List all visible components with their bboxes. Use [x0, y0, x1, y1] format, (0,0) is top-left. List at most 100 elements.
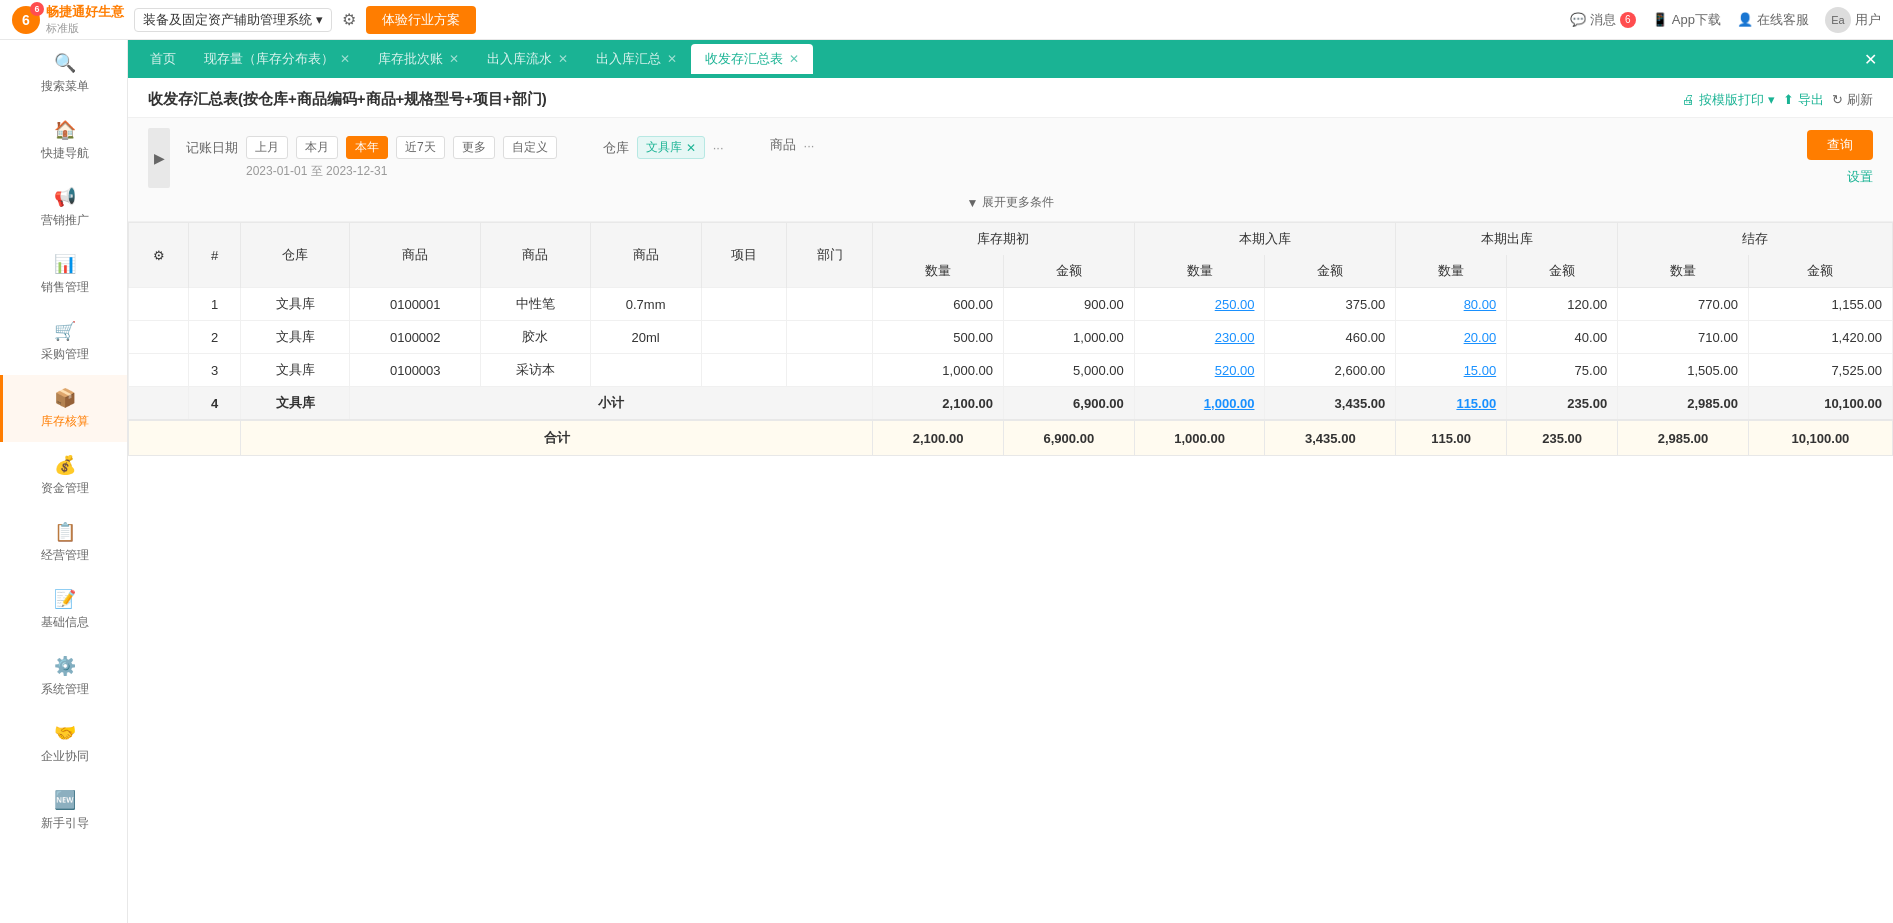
row-out-qty[interactable]: 20.00 — [1396, 321, 1507, 354]
row-end-amt: 7,525.00 — [1748, 354, 1892, 387]
th-group-end: 结存 — [1618, 223, 1893, 256]
row-in-qty[interactable]: 520.00 — [1134, 354, 1265, 387]
sidebar-item-enterprise[interactable]: 🤝 企业协同 — [0, 710, 127, 777]
subtotal-out-qty[interactable]: 115.00 — [1396, 387, 1507, 421]
table-group-header: ⚙ # 仓库 商品 商品 商品 项目 部门 库存期初 本期入库 本期出库 结存 — [129, 223, 1893, 256]
tab-close-icon[interactable]: ✕ — [340, 52, 350, 66]
row-name: 胶水 — [481, 321, 591, 354]
warehouse-more-dots[interactable]: ··· — [713, 140, 724, 155]
tab-flow[interactable]: 出入库流水 ✕ — [473, 44, 582, 74]
tab-close-icon[interactable]: ✕ — [667, 52, 677, 66]
row-warehouse: 文具库 — [240, 288, 350, 321]
row-end-amt: 1,420.00 — [1748, 321, 1892, 354]
tab-summary[interactable]: 出入库汇总 ✕ — [582, 44, 691, 74]
th-num: # — [189, 223, 241, 288]
tab-batch[interactable]: 库存批次账 ✕ — [364, 44, 473, 74]
row-in-qty[interactable]: 250.00 — [1134, 288, 1265, 321]
warehouse-tag-close[interactable]: ✕ — [686, 141, 696, 155]
download-icon: 📱 — [1652, 12, 1668, 27]
table-subtotal-row: 4 文具库 小计 2,100.00 6,900.00 1,000.00 3,43… — [129, 387, 1893, 421]
online-service-item[interactable]: 👤 在线客服 — [1737, 11, 1809, 29]
sidebar-item-purchase[interactable]: 🛒 采购管理 — [0, 308, 127, 375]
home-icon: 🏠 — [54, 119, 76, 141]
sidebar-item-guide[interactable]: 🆕 新手引导 — [0, 777, 127, 844]
sidebar-item-marketing[interactable]: 📢 营销推广 — [0, 174, 127, 241]
expand-conditions-btn[interactable]: ▼ 展开更多条件 — [967, 194, 1055, 211]
sidebar-item-sales[interactable]: 📊 销售管理 — [0, 241, 127, 308]
row-code: 0100001 — [350, 288, 481, 321]
row-in-qty[interactable]: 230.00 — [1134, 321, 1265, 354]
sidebar-item-inventory[interactable]: 📦 库存核算 — [0, 375, 127, 442]
th-dept: 部门 — [787, 223, 873, 288]
chevron-down-icon: ▾ — [1768, 92, 1775, 107]
tab-bar: 首页 现存量（库存分布表） ✕ 库存批次账 ✕ 出入库流水 ✕ 出入库汇总 ✕ … — [128, 40, 1893, 78]
row-init-amt: 900.00 — [1003, 288, 1134, 321]
date-btn-this-year[interactable]: 本年 — [346, 136, 388, 159]
refresh-button[interactable]: ↻ 刷新 — [1832, 91, 1873, 109]
tab-inventory-dist[interactable]: 现存量（库存分布表） ✕ — [190, 44, 364, 74]
date-btn-last-month[interactable]: 上月 — [246, 136, 288, 159]
row-out-qty[interactable]: 80.00 — [1396, 288, 1507, 321]
row-name: 中性笔 — [481, 288, 591, 321]
query-button[interactable]: 查询 — [1807, 130, 1873, 160]
settings-link[interactable]: 设置 — [1847, 168, 1873, 186]
sidebar-item-operation[interactable]: 📋 经营管理 — [0, 509, 127, 576]
sidebar-item-base-info[interactable]: 📝 基础信息 — [0, 576, 127, 643]
th-settings[interactable]: ⚙ — [129, 223, 189, 288]
filter-main-row: ▶ 记账日期 上月 本月 本年 近7天 更多 — [148, 128, 1873, 188]
total-in-amt: 3,435.00 — [1265, 420, 1396, 456]
subtotal-in-qty[interactable]: 1,000.00 — [1134, 387, 1265, 421]
system-select[interactable]: 装备及固定资产辅助管理系统 ▾ — [134, 8, 332, 32]
date-btn-7days[interactable]: 近7天 — [396, 136, 445, 159]
subtotal-end-qty: 2,985.00 — [1618, 387, 1749, 421]
date-btn-this-month[interactable]: 本月 — [296, 136, 338, 159]
row-dept — [787, 321, 873, 354]
row-warehouse: 文具库 — [240, 354, 350, 387]
filter-collapse-btn[interactable]: ▶ — [148, 128, 170, 188]
export-button[interactable]: ⬆ 导出 — [1783, 91, 1824, 109]
tab-close-icon[interactable]: ✕ — [558, 52, 568, 66]
sidebar-item-quick-nav[interactable]: 🏠 快捷导航 — [0, 107, 127, 174]
settings-gear-icon[interactable]: ⚙ — [342, 10, 356, 29]
print-button[interactable]: 🖨 按模版打印 ▾ — [1682, 91, 1775, 109]
sidebar-item-system[interactable]: ⚙️ 系统管理 — [0, 643, 127, 710]
row-code: 0100002 — [350, 321, 481, 354]
table-container: ⚙ # 仓库 商品 商品 商品 项目 部门 库存期初 本期入库 本期出库 结存 — [128, 222, 1893, 923]
printer-icon: 🖨 — [1682, 92, 1695, 107]
note-icon: 📝 — [54, 588, 76, 610]
date-btn-custom[interactable]: 自定义 — [503, 136, 557, 159]
logo-icon: 6 6 — [12, 6, 40, 34]
main-layout: 🔍 搜索菜单 🏠 快捷导航 📢 营销推广 📊 销售管理 🛒 采购管理 📦 库存核… — [0, 40, 1893, 923]
refresh-icon: ↻ — [1832, 92, 1843, 107]
table-row: 3 文具库 0100003 采访本 1,000.00 5,000.00 520.… — [129, 354, 1893, 387]
row-project — [701, 354, 787, 387]
tab-receipt-summary[interactable]: 收发存汇总表 ✕ — [691, 44, 813, 74]
sidebar-item-search[interactable]: 🔍 搜索菜单 — [0, 40, 127, 107]
sidebar-item-finance[interactable]: 💰 资金管理 — [0, 442, 127, 509]
row-dept — [787, 288, 873, 321]
date-btn-more[interactable]: 更多 — [453, 136, 495, 159]
avatar: Ea — [1825, 7, 1851, 33]
message-item[interactable]: 💬 消息 6 — [1570, 11, 1636, 29]
tab-bar-close-icon[interactable]: ✕ — [1856, 50, 1885, 69]
total-empty — [129, 420, 241, 456]
total-out-qty: 115.00 — [1396, 420, 1507, 456]
goods-more-dots[interactable]: ··· — [804, 138, 815, 153]
user-item[interactable]: Ea 用户 — [1825, 7, 1881, 33]
subtotal-init-amt: 6,900.00 — [1003, 387, 1134, 421]
th-goods-code: 商品 — [350, 223, 481, 288]
search-icon: 🔍 — [54, 52, 76, 74]
logo-badge: 6 — [30, 2, 44, 16]
row-settings — [129, 354, 189, 387]
row-spec: 0.7mm — [590, 288, 701, 321]
row-name: 采访本 — [481, 354, 591, 387]
tab-home[interactable]: 首页 — [136, 44, 190, 74]
row-end-qty: 1,505.00 — [1618, 354, 1749, 387]
row-project — [701, 321, 787, 354]
app-download-item[interactable]: 📱 App下载 — [1652, 11, 1721, 29]
tab-close-icon[interactable]: ✕ — [789, 52, 799, 66]
trial-button[interactable]: 体验行业方案 — [366, 6, 476, 34]
row-out-qty[interactable]: 15.00 — [1396, 354, 1507, 387]
tab-close-icon[interactable]: ✕ — [449, 52, 459, 66]
sidebar: 🔍 搜索菜单 🏠 快捷导航 📢 营销推广 📊 销售管理 🛒 采购管理 📦 库存核… — [0, 40, 128, 923]
